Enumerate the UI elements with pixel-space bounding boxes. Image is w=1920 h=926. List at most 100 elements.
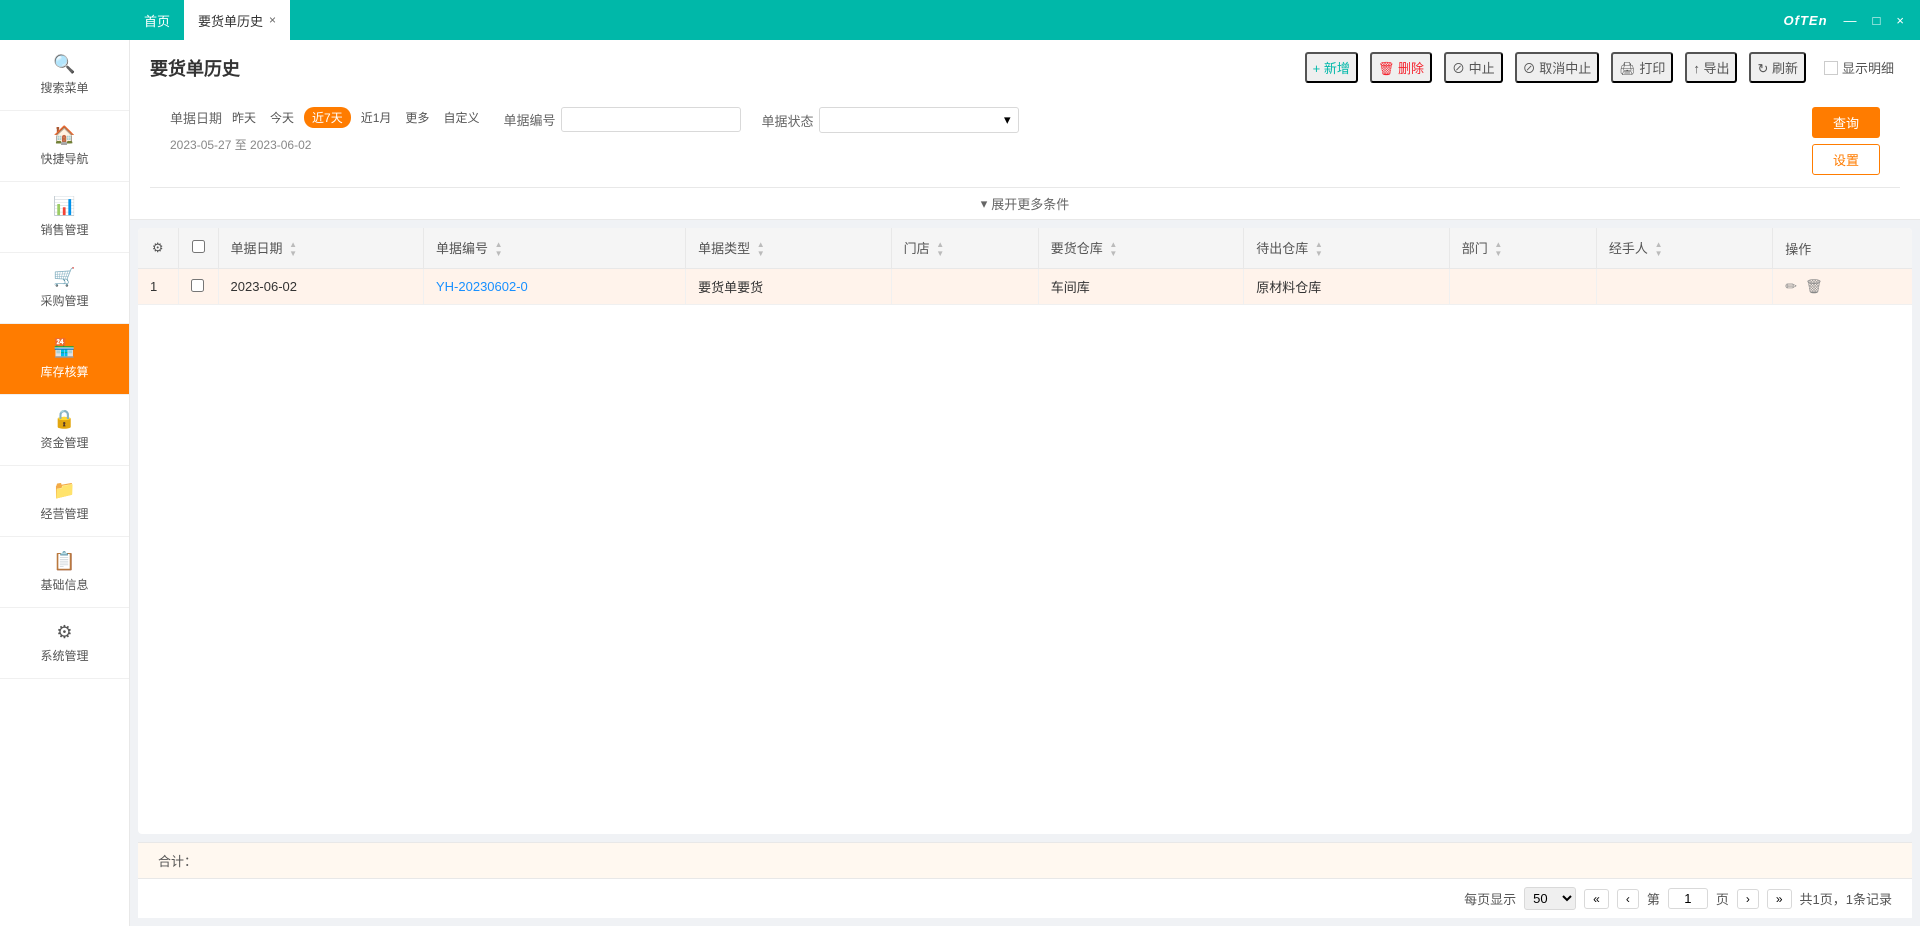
tab-close-icon[interactable]: × <box>269 13 276 27</box>
settings-button[interactable]: 设置 <box>1812 144 1880 175</box>
row-index: 1 <box>138 269 178 305</box>
sidebar-item-system-mgmt[interactable]: ⚙ 系统管理 <box>0 608 129 679</box>
date-btn-1month[interactable]: 近1月 <box>357 107 396 128</box>
delete-button[interactable]: 🗑 删除 <box>1370 52 1432 83</box>
page-suffix: 页 <box>1716 889 1729 908</box>
table-footer: 合计： <box>138 842 1912 878</box>
export-button[interactable]: ↑ 导出 <box>1685 52 1737 83</box>
prev-page-button[interactable]: ‹ <box>1617 889 1639 909</box>
sidebar: 🔍 搜索菜单 🏠 快捷导航 📊 销售管理 🛒 采购管理 🏪 库存核算 🔒 资金管… <box>0 40 130 926</box>
select-all-checkbox[interactable] <box>192 240 205 253</box>
expand-more-conditions[interactable]: ▾ 展开更多条件 <box>150 188 1900 219</box>
sales-mgmt-icon: 📊 <box>53 196 75 217</box>
tab-requisition-history[interactable]: 要货单历史 × <box>184 0 290 40</box>
row-req-warehouse: 车间库 <box>1038 269 1244 305</box>
query-button[interactable]: 查询 <box>1812 107 1880 138</box>
toolbar: + 新增 🗑 删除 ⊘ 中止 ⊘ 取消中止 🖨 打印 ↑ 导出 ↻ 刷新 显示明… <box>1305 52 1900 83</box>
total-label: 合计： <box>158 854 197 869</box>
row-checkbox[interactable] <box>178 269 218 305</box>
search-menu-icon: 🔍 <box>53 54 75 75</box>
close-window-icon[interactable]: × <box>1896 13 1904 28</box>
column-settings[interactable]: ⚙ <box>138 228 178 269</box>
status-select[interactable]: ▾ <box>819 107 1019 133</box>
date-btn-7days[interactable]: 近7天 <box>304 107 351 128</box>
column-req-warehouse[interactable]: 要货仓库 ▲ ▼ <box>1038 228 1244 269</box>
date-btn-today[interactable]: 今天 <box>266 107 298 128</box>
column-doc-date[interactable]: 单据日期 ▲ ▼ <box>218 228 424 269</box>
sidebar-item-operations-mgmt-label: 经营管理 <box>40 505 88 522</box>
filter-bar: 单据日期 昨天 今天 近7天 近1月 更多 自定义 2023-05-27 至 2… <box>150 95 1900 188</box>
new-button[interactable]: + 新增 <box>1305 52 1358 83</box>
sidebar-item-inventory[interactable]: 🏪 库存核算 <box>0 324 129 395</box>
finance-mgmt-icon: 🔒 <box>53 409 75 430</box>
basic-info-icon: 📋 <box>53 551 75 572</box>
column-pending-warehouse[interactable]: 待出仓库 ▲ ▼ <box>1244 228 1450 269</box>
cancel-stop-button[interactable]: ⊘ 取消中止 <box>1515 52 1600 83</box>
stop-button[interactable]: ⊘ 中止 <box>1444 52 1503 83</box>
sidebar-item-search-menu[interactable]: 🔍 搜索菜单 <box>0 40 129 111</box>
status-select-arrow: ▾ <box>1004 112 1011 128</box>
date-range-display: 2023-05-27 至 2023-06-02 <box>170 136 311 153</box>
next-page-button[interactable]: › <box>1737 889 1759 909</box>
column-doc-type[interactable]: 单据类型 ▲ ▼ <box>686 228 892 269</box>
pagination-bar: 每页显示 10 20 50 100 « ‹ 第 页 › » 共1页，1条记录 <box>138 878 1912 918</box>
row-action: ✏ 🗑 <box>1773 269 1912 305</box>
column-handler[interactable]: 经手人 ▲ ▼ <box>1596 228 1772 269</box>
doc-no-input[interactable] <box>561 107 741 132</box>
requisition-table: ⚙ 单据日期 ▲ ▼ 单据编号 ▲ <box>138 228 1912 305</box>
date-btn-yesterday[interactable]: 昨天 <box>228 107 260 128</box>
date-btn-custom[interactable]: 自定义 <box>439 107 483 128</box>
print-button[interactable]: 🖨 打印 <box>1611 52 1673 83</box>
date-quick-buttons: 昨天 今天 近7天 近1月 更多 自定义 <box>228 107 483 128</box>
page-title: 要货单历史 <box>150 55 240 81</box>
column-store[interactable]: 门店 ▲ ▼ <box>891 228 1038 269</box>
filter-group-date: 单据日期 昨天 今天 近7天 近1月 更多 自定义 2023-05-27 至 2… <box>170 107 483 153</box>
doc-no-link[interactable]: YH-20230602-0 <box>436 279 528 294</box>
page-label: 第 <box>1647 889 1660 908</box>
first-page-button[interactable]: « <box>1584 889 1609 909</box>
sort-doc-type-icon: ▲ ▼ <box>757 241 765 258</box>
table-header-row: ⚙ 单据日期 ▲ ▼ 单据编号 ▲ <box>138 228 1912 269</box>
tab-home-label: 首页 <box>144 11 170 30</box>
display-detail-toggle[interactable]: 显示明细 <box>1818 54 1900 81</box>
date-btn-more[interactable]: 更多 <box>401 107 433 128</box>
doc-no-filter-label: 单据编号 <box>503 110 555 129</box>
column-dept[interactable]: 部门 ▲ ▼ <box>1449 228 1596 269</box>
refresh-button[interactable]: ↻ 刷新 <box>1749 52 1806 83</box>
operations-mgmt-icon: 📁 <box>53 480 75 501</box>
sidebar-item-search-menu-label: 搜索菜单 <box>40 79 88 96</box>
display-detail-checkbox[interactable] <box>1824 61 1838 75</box>
row-doc-type: 要货单要货 <box>686 269 892 305</box>
top-nav-bar: 首页 要货单历史 × OfTEn — □ × <box>0 0 1920 40</box>
sidebar-item-finance-mgmt[interactable]: 🔒 资金管理 <box>0 395 129 466</box>
row-doc-date: 2023-06-02 <box>218 269 424 305</box>
inventory-icon: 🏪 <box>53 338 75 359</box>
sort-pending-warehouse-icon: ▲ ▼ <box>1315 241 1323 258</box>
sidebar-item-purchase-mgmt[interactable]: 🛒 采购管理 <box>0 253 129 324</box>
tab-home[interactable]: 首页 <box>130 0 184 40</box>
row-dept <box>1449 269 1596 305</box>
sidebar-item-purchase-mgmt-label: 采购管理 <box>40 292 88 309</box>
column-doc-no[interactable]: 单据编号 ▲ ▼ <box>424 228 686 269</box>
row-pending-warehouse: 原材料仓库 <box>1244 269 1450 305</box>
sidebar-item-basic-info[interactable]: 📋 基础信息 <box>0 537 129 608</box>
tab-requisition-history-label: 要货单历史 <box>198 11 263 30</box>
page-number-input[interactable] <box>1668 888 1708 909</box>
row-delete-icon[interactable]: 🗑 <box>1805 278 1823 295</box>
column-checkbox[interactable] <box>178 228 218 269</box>
sort-doc-no-icon: ▲ ▼ <box>495 241 503 258</box>
row-edit-icon[interactable]: ✏ <box>1785 278 1797 295</box>
maximize-icon[interactable]: □ <box>1873 13 1881 28</box>
filter-actions: 查询 设置 <box>1812 107 1880 175</box>
per-page-select[interactable]: 10 20 50 100 <box>1524 887 1576 910</box>
top-nav-right: OfTEn — □ × <box>1784 13 1920 28</box>
sidebar-item-sales-mgmt[interactable]: 📊 销售管理 <box>0 182 129 253</box>
sidebar-item-operations-mgmt[interactable]: 📁 经营管理 <box>0 466 129 537</box>
sidebar-item-quick-nav[interactable]: 🏠 快捷导航 <box>0 111 129 182</box>
filter-doc-no-row: 单据编号 <box>503 107 741 132</box>
table-row[interactable]: 1 2023-06-02 YH-20230602-0 要货单要货 车间库 原材料… <box>138 269 1912 305</box>
content-area: 要货单历史 + 新增 🗑 删除 ⊘ 中止 ⊘ 取消中止 🖨 打印 ↑ 导出 ↻ … <box>130 40 1920 926</box>
minimize-icon[interactable]: — <box>1844 13 1857 28</box>
last-page-button[interactable]: » <box>1767 889 1792 909</box>
sidebar-item-sales-mgmt-label: 销售管理 <box>40 221 88 238</box>
